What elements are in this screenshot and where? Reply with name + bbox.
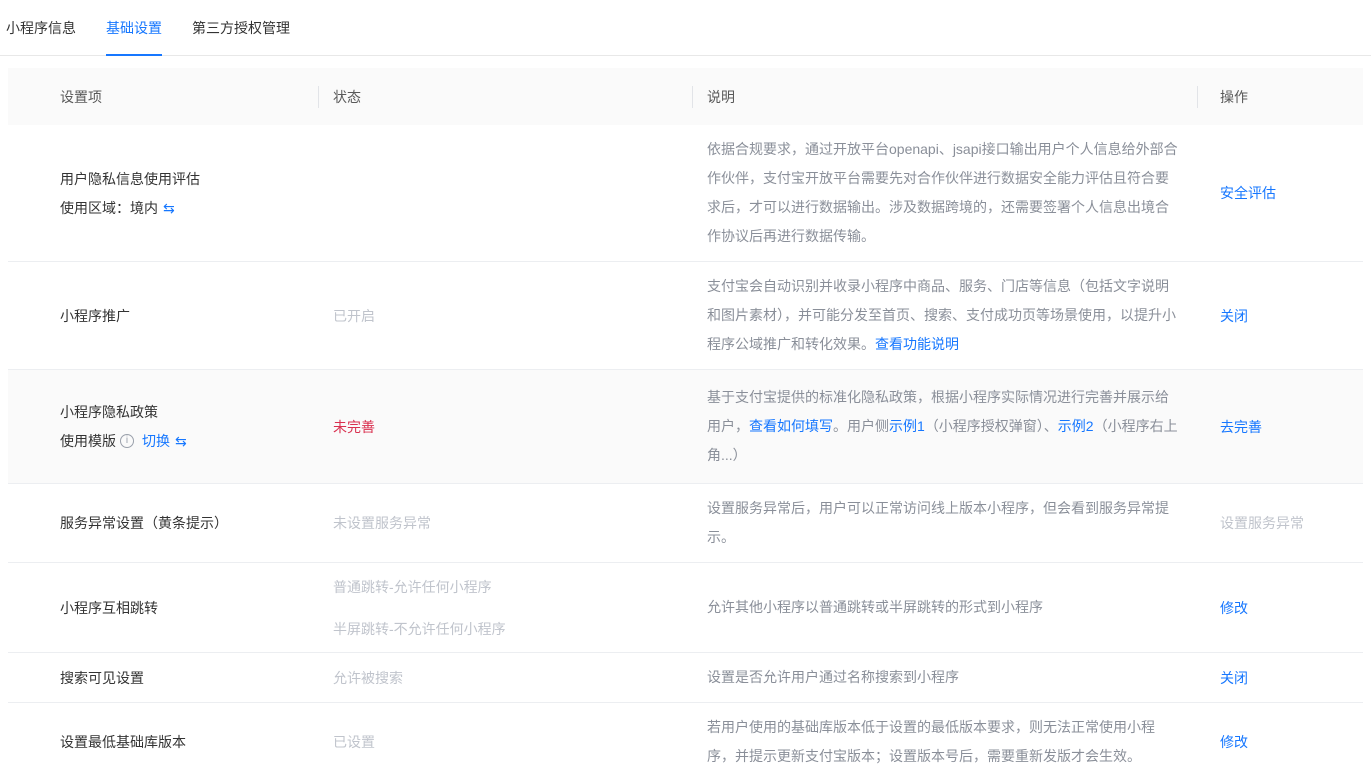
setting-subline-text: 使用区域：境内 <box>60 199 158 216</box>
column-header-description: 说明 <box>692 87 1197 107</box>
description-cell: 支付宝会自动识别并收录小程序中商品、服务、门店等信息（包括文字说明和图片素材），… <box>692 262 1197 369</box>
status-text: 已设置 <box>333 734 375 750</box>
description-text: 设置服务异常后，用户可以正常访问线上版本小程序，但会看到服务异常提示。 <box>707 500 1169 545</box>
table-row-service-exception: 服务异常设置（黄条提示） 未设置服务异常 设置服务异常后，用户可以正常访问线上版本小… <box>8 484 1363 563</box>
action-cell: 修改 <box>1197 722 1363 762</box>
status-cell: 普通跳转-允许任何小程序 半屏跳转-不允许任何小程序 <box>318 567 692 649</box>
tab-bar: 小程序信息 基础设置 第三方授权管理 <box>0 0 1371 56</box>
description-text: 允许其他小程序以普通跳转或半屏跳转的形式到小程序 <box>707 599 1043 615</box>
action-cell: 设置服务异常 <box>1197 503 1363 543</box>
action-cell: 去完善 <box>1197 407 1363 447</box>
setting-cell: 用户隐私信息使用评估 使用区域：境内 ⇆ <box>8 159 318 228</box>
setting-title: 小程序隐私政策 <box>60 404 158 420</box>
description-text: 。用户侧 <box>833 418 889 434</box>
action-link-privacy-info-evaluation[interactable]: 安全评估 <box>1220 185 1276 201</box>
description-link[interactable]: 示例2 <box>1058 418 1094 434</box>
setting-cell: 设置最低基础库版本 <box>8 722 318 762</box>
description-cell: 基于支付宝提供的标准化隐私政策，根据小程序实际情况进行完善并展示给用户，查看如何… <box>692 373 1197 480</box>
tab-basic-settings[interactable]: 基础设置 <box>106 0 162 56</box>
status-text: 半屏跳转-不允许任何小程序 <box>333 620 506 637</box>
description-text: 依据合规要求，通过开放平台openapi、jsapi接口输出用户个人信息给外部合… <box>707 141 1178 244</box>
action-link-mini-program-promotion[interactable]: 关闭 <box>1220 308 1248 324</box>
description-cell: 设置是否允许用户通过名称搜索到小程序 <box>692 653 1197 702</box>
info-circle-icon: i <box>120 434 134 448</box>
status-cell <box>318 183 692 203</box>
description-text: 若用户使用的基础库版本低于设置的最低版本要求，则无法正常使用小程序，并提示更新支… <box>707 719 1155 764</box>
description-text: （小程序授权弹窗）、 <box>924 418 1058 434</box>
setting-title: 用户隐私信息使用评估 <box>60 170 200 187</box>
setting-subline: 使用模版 i 切换 ⇆ <box>60 431 308 451</box>
setting-title: 小程序互相跳转 <box>60 599 158 616</box>
action-cell: 安全评估 <box>1197 173 1363 213</box>
swap-icon[interactable]: ⇆ <box>175 431 187 451</box>
setting-cell: 搜索可见设置 <box>8 658 318 698</box>
status-text: 普通跳转-允许任何小程序 <box>333 578 492 595</box>
setting-title: 服务异常设置（黄条提示） <box>60 515 228 531</box>
status-text: 已开启 <box>333 307 375 324</box>
action-cell: 关闭 <box>1197 658 1363 698</box>
status-cell: 已设置 <box>318 722 692 762</box>
table-row-privacy-policy: 小程序隐私政策 使用模版 i 切换 ⇆ 未完善 基于支付宝提供的标准化隐私政策，根据小程序实… <box>8 370 1363 484</box>
table-row-privacy-info-evaluation: 用户隐私信息使用评估 使用区域：境内 ⇆ 依据合规要求，通过开放平台openapi、j… <box>8 125 1363 262</box>
description-cell: 若用户使用的基础库版本低于设置的最低版本要求，则无法正常使用小程序，并提示更新支… <box>692 703 1197 771</box>
swap-icon[interactable]: ⇆ <box>163 198 175 218</box>
status-cell: 允许被搜索 <box>318 658 692 698</box>
setting-cell: 服务异常设置（黄条提示） <box>8 503 318 543</box>
status-text: 未完善 <box>333 418 375 435</box>
settings-table: 设置项 状态 说明 操作 用户隐私信息使用评估 使用区域：境内 ⇆ 依据合规要求，通过开放平… <box>8 68 1363 771</box>
table-row-mini-program-jump: 小程序互相跳转 普通跳转-允许任何小程序 半屏跳转-不允许任何小程序 允许其他小程序以… <box>8 563 1363 653</box>
setting-title: 小程序推广 <box>60 307 130 324</box>
setting-cell: 小程序隐私政策 使用模版 i 切换 ⇆ <box>8 392 318 461</box>
table-row-mini-program-promotion: 小程序推广 已开启 支付宝会自动识别并收录小程序中商品、服务、门店等信息（包括文字说… <box>8 262 1363 370</box>
action-link-privacy-policy[interactable]: 去完善 <box>1220 419 1262 435</box>
description-link[interactable]: 示例1 <box>889 418 925 434</box>
table-body: 用户隐私信息使用评估 使用区域：境内 ⇆ 依据合规要求，通过开放平台openapi、j… <box>8 125 1363 771</box>
description-cell: 允许其他小程序以普通跳转或半屏跳转的形式到小程序 <box>692 583 1197 632</box>
setting-subline: 使用区域：境内 ⇆ <box>60 198 308 218</box>
action-link-search-visibility[interactable]: 关闭 <box>1220 670 1248 686</box>
status-cell: 已开启 <box>318 296 692 336</box>
description-cell: 设置服务异常后，用户可以正常访问线上版本小程序，但会看到服务异常提示。 <box>692 484 1197 562</box>
action-link-mini-program-jump[interactable]: 修改 <box>1220 600 1248 616</box>
setting-subline-text: 使用模版 <box>60 433 116 449</box>
description-link[interactable]: 查看如何填写 <box>749 418 833 434</box>
action-link-service-exception[interactable]: 设置服务异常 <box>1220 515 1304 531</box>
column-header-status: 状态 <box>318 87 692 107</box>
table-row-search-visibility: 搜索可见设置 允许被搜索 设置是否允许用户通过名称搜索到小程序 关闭 <box>8 653 1363 703</box>
description-text: 设置是否允许用户通过名称搜索到小程序 <box>707 669 959 685</box>
column-header-action: 操作 <box>1197 87 1363 107</box>
setting-title: 搜索可见设置 <box>60 669 144 686</box>
status-cell: 未完善 <box>318 407 692 447</box>
action-link-min-base-library[interactable]: 修改 <box>1220 734 1248 750</box>
table-row-min-base-library: 设置最低基础库版本 已设置 若用户使用的基础库版本低于设置的最低版本要求，则无法正常… <box>8 703 1363 771</box>
tab-mini-program-info[interactable]: 小程序信息 <box>6 0 76 55</box>
table-header: 设置项 状态 说明 操作 <box>8 68 1363 125</box>
action-cell: 修改 <box>1197 588 1363 628</box>
setting-subline-link[interactable]: 切换 <box>142 431 170 451</box>
column-header-setting: 设置项 <box>60 88 102 105</box>
setting-cell: 小程序互相跳转 <box>8 588 318 628</box>
description-link[interactable]: 查看功能说明 <box>875 336 959 352</box>
tab-third-party-auth[interactable]: 第三方授权管理 <box>192 0 290 55</box>
setting-cell: 小程序推广 <box>8 296 318 336</box>
status-text: 允许被搜索 <box>333 669 403 686</box>
status-cell: 未设置服务异常 <box>318 503 692 543</box>
description-cell: 依据合规要求，通过开放平台openapi、jsapi接口输出用户个人信息给外部合… <box>692 125 1197 261</box>
action-cell: 关闭 <box>1197 296 1363 336</box>
status-text: 未设置服务异常 <box>333 515 431 531</box>
setting-title: 设置最低基础库版本 <box>60 734 186 750</box>
